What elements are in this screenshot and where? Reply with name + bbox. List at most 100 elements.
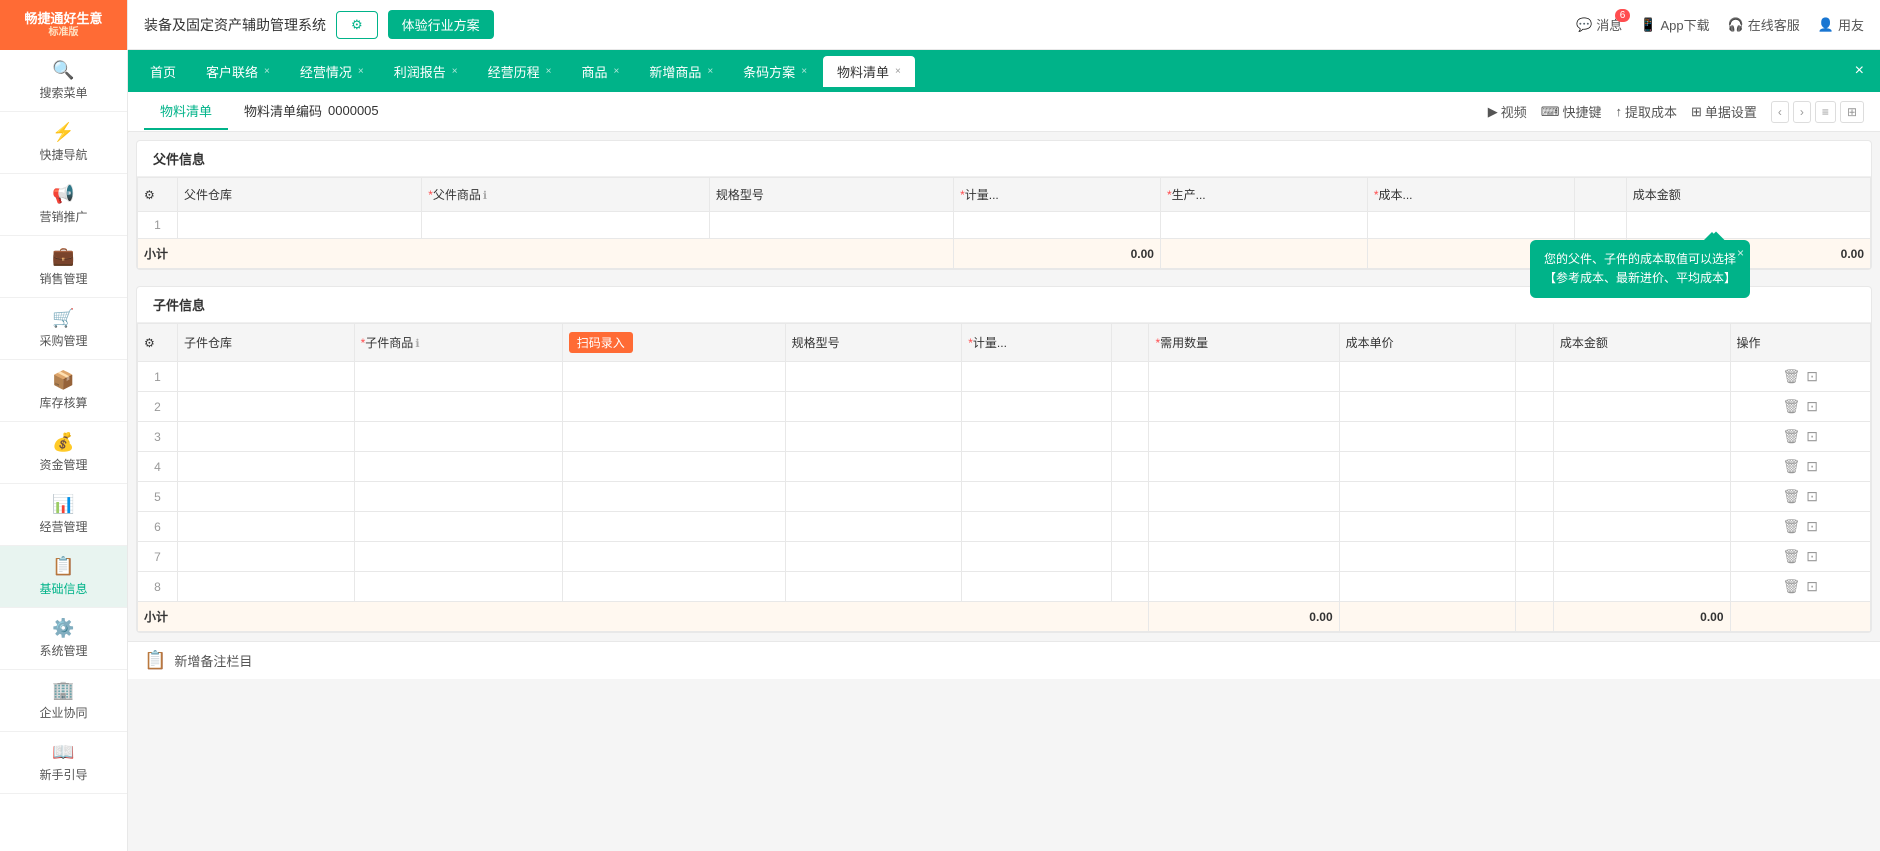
child-price-cell[interactable] <box>1339 392 1516 422</box>
child-spec-cell[interactable] <box>785 542 962 572</box>
child-qty-cell[interactable] <box>1149 452 1339 482</box>
close-icon[interactable]: × <box>613 66 619 77</box>
child-product-cell[interactable] <box>354 362 562 392</box>
tab-profit[interactable]: 利润报告 × <box>380 56 472 87</box>
child-qty-cell[interactable] <box>1149 572 1339 602</box>
sidebar-item-enterprise[interactable]: 🏢 企业协同 <box>0 670 127 732</box>
copy-icon[interactable]: ⊡ <box>1806 458 1818 475</box>
child-warehouse-cell[interactable] <box>178 482 355 512</box>
child-unit-cell[interactable] <box>962 452 1112 482</box>
child-product-cell[interactable] <box>354 422 562 452</box>
child-qty-cell[interactable] <box>1149 392 1339 422</box>
user-menu[interactable]: 👤 用友 <box>1818 15 1864 34</box>
trial-button[interactable]: 体验行业方案 <box>388 10 494 39</box>
delete-icon[interactable]: 🗑 <box>1782 398 1800 415</box>
child-qty-cell[interactable] <box>1149 482 1339 512</box>
delete-icon[interactable]: 🗑 <box>1782 578 1800 595</box>
sidebar-item-sales[interactable]: 💼 销售管理 <box>0 236 127 298</box>
parent-production-cell[interactable] <box>1160 212 1367 239</box>
child-price-cell[interactable] <box>1339 512 1516 542</box>
grid-button[interactable]: ⊞ <box>1840 101 1864 123</box>
delete-icon[interactable]: 🗑 <box>1782 488 1800 505</box>
single-settings-link[interactable]: ⊞ 单据设置 <box>1691 102 1757 121</box>
copy-icon[interactable]: ⊡ <box>1806 368 1818 385</box>
sub-tab-bom-list[interactable]: 物料清单 <box>144 93 228 130</box>
child-price-cell[interactable] <box>1339 362 1516 392</box>
child-qty-cell[interactable] <box>1149 362 1339 392</box>
close-icon[interactable]: × <box>546 66 552 77</box>
sidebar-item-search[interactable]: 🔍 搜索菜单 <box>0 50 127 112</box>
sidebar-item-guide[interactable]: 📖 新手引导 <box>0 732 127 794</box>
tooltip-close-button[interactable]: × <box>1737 244 1744 263</box>
child-warehouse-cell[interactable] <box>178 362 355 392</box>
child-unit-cell[interactable] <box>962 542 1112 572</box>
child-spec-cell[interactable] <box>785 482 962 512</box>
child-price-cell[interactable] <box>1339 542 1516 572</box>
sidebar-item-system[interactable]: ⚙️ 系统管理 <box>0 608 127 670</box>
view-video-link[interactable]: ▶ 视频 <box>1488 102 1527 121</box>
parent-warehouse-cell[interactable] <box>178 212 422 239</box>
copy-icon[interactable]: ⊡ <box>1806 518 1818 535</box>
tab-operation[interactable]: 经营情况 × <box>286 56 378 87</box>
child-spec-cell[interactable] <box>785 392 962 422</box>
child-spec-cell[interactable] <box>785 512 962 542</box>
sidebar-item-quicknav[interactable]: ⚡ 快捷导航 <box>0 112 127 174</box>
child-price-cell[interactable] <box>1339 572 1516 602</box>
child-warehouse-cell[interactable] <box>178 452 355 482</box>
child-product-cell[interactable] <box>354 572 562 602</box>
child-product-cell[interactable] <box>354 542 562 572</box>
child-warehouse-cell[interactable] <box>178 572 355 602</box>
sidebar-item-finance[interactable]: 💰 资金管理 <box>0 422 127 484</box>
sidebar-item-purchase[interactable]: 🛒 采购管理 <box>0 298 127 360</box>
child-warehouse-cell[interactable] <box>178 512 355 542</box>
copy-icon[interactable]: ⊡ <box>1806 488 1818 505</box>
settings-button[interactable]: ⚙ <box>336 11 378 39</box>
child-price-cell[interactable] <box>1339 482 1516 512</box>
child-unit-cell[interactable] <box>962 512 1112 542</box>
child-price-cell[interactable] <box>1339 422 1516 452</box>
close-icon[interactable]: × <box>707 66 713 77</box>
delete-icon[interactable]: 🗑 <box>1782 428 1800 445</box>
copy-icon[interactable]: ⊡ <box>1806 398 1818 415</box>
th-child-settings[interactable]: ⚙ <box>138 324 178 362</box>
menu-button[interactable]: ≡ <box>1815 101 1836 123</box>
tab-barcode[interactable]: 条码方案 × <box>729 56 821 87</box>
copy-icon[interactable]: ⊡ <box>1806 578 1818 595</box>
child-spec-cell[interactable] <box>785 422 962 452</box>
child-unit-cell[interactable] <box>962 422 1112 452</box>
child-spec-cell[interactable] <box>785 572 962 602</box>
th-settings[interactable]: ⚙ <box>138 178 178 212</box>
child-product-cell[interactable] <box>354 482 562 512</box>
child-warehouse-cell[interactable] <box>178 392 355 422</box>
delete-icon[interactable]: 🗑 <box>1782 368 1800 385</box>
child-qty-cell[interactable] <box>1149 512 1339 542</box>
copy-icon[interactable]: ⊡ <box>1806 548 1818 565</box>
next-button[interactable]: › <box>1793 101 1811 123</box>
th-scan[interactable]: 扫码录入 <box>562 324 785 362</box>
close-icon[interactable]: × <box>452 66 458 77</box>
parent-cost-cell[interactable] <box>1367 212 1574 239</box>
tab-new-product[interactable]: 新增商品 × <box>635 56 727 87</box>
tab-bom[interactable]: 物料清单 × <box>823 56 915 87</box>
child-unit-cell[interactable] <box>962 482 1112 512</box>
close-icon[interactable]: × <box>264 66 270 77</box>
scan-button[interactable]: 扫码录入 <box>569 332 633 353</box>
parent-unit-cell[interactable] <box>954 212 1161 239</box>
tab-history[interactable]: 经营历程 × <box>474 56 566 87</box>
close-icon[interactable]: × <box>358 66 364 77</box>
child-qty-cell[interactable] <box>1149 422 1339 452</box>
child-price-cell[interactable] <box>1339 452 1516 482</box>
delete-icon[interactable]: 🗑 <box>1782 518 1800 535</box>
close-icon[interactable]: × <box>801 66 807 77</box>
child-product-cell[interactable] <box>354 452 562 482</box>
app-download[interactable]: 📱 App下载 <box>1640 15 1709 34</box>
child-qty-cell[interactable] <box>1149 542 1339 572</box>
close-icon[interactable]: × <box>895 66 901 77</box>
child-warehouse-cell[interactable] <box>178 542 355 572</box>
online-service[interactable]: 🎧 在线客服 <box>1728 15 1800 34</box>
shortcut-link[interactable]: ⌨ 快捷键 <box>1541 102 1602 121</box>
child-unit-cell[interactable] <box>962 572 1112 602</box>
sub-tab-bom-detail[interactable]: 物料清单编码 0000005 <box>228 93 395 130</box>
child-unit-cell[interactable] <box>962 362 1112 392</box>
tab-product[interactable]: 商品 × <box>567 56 633 87</box>
